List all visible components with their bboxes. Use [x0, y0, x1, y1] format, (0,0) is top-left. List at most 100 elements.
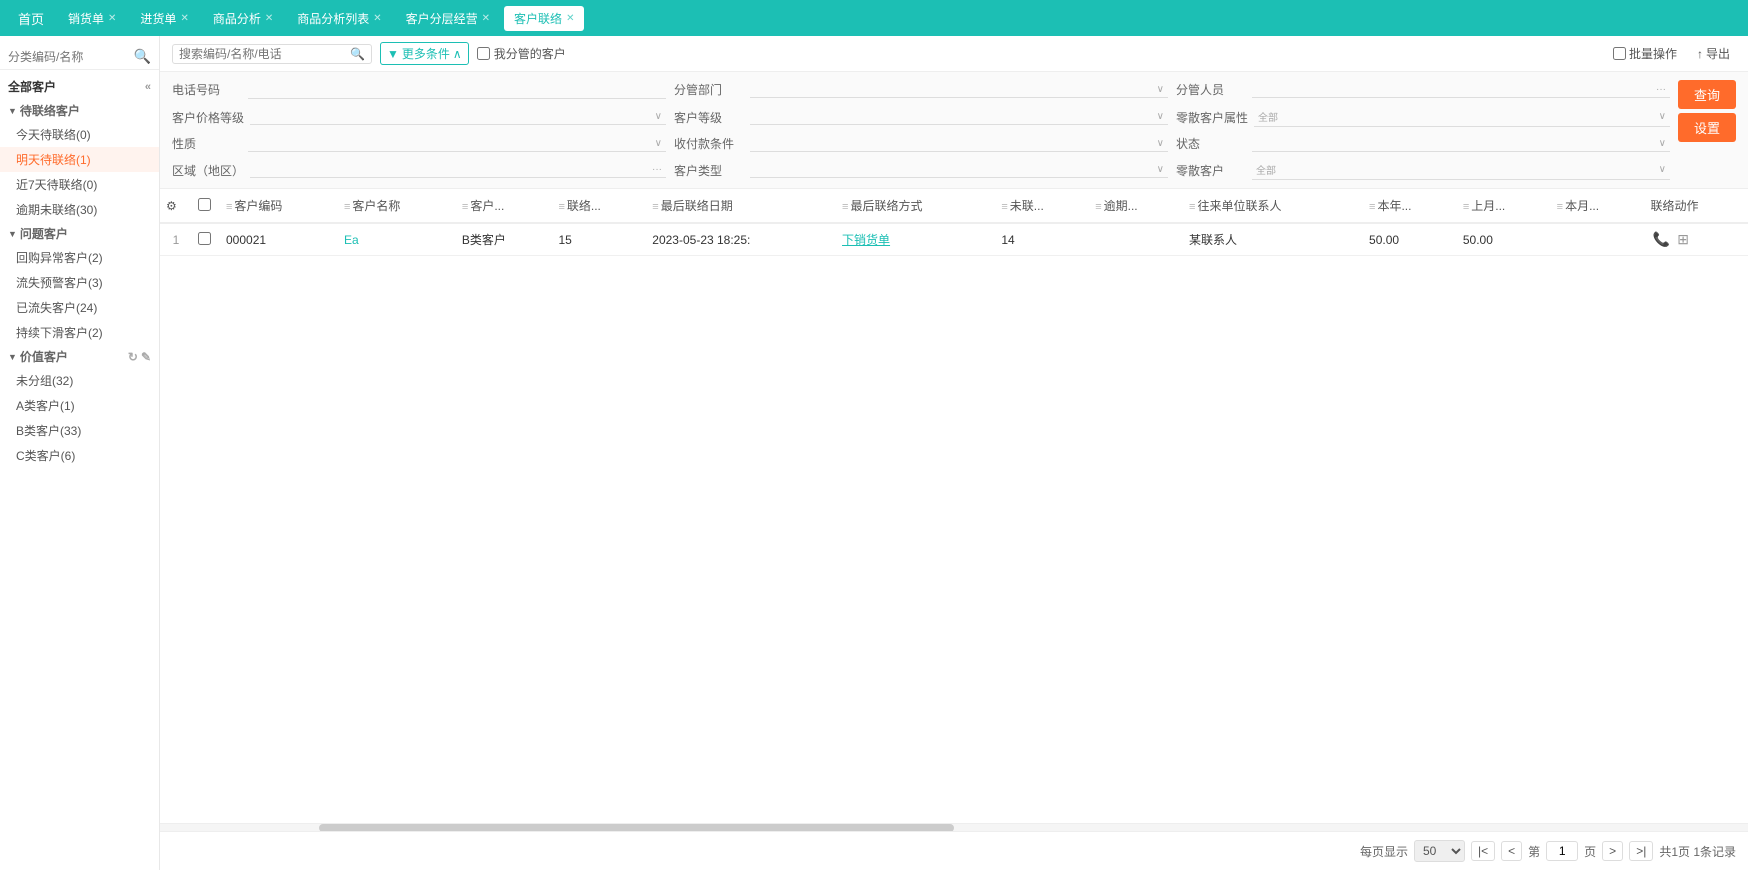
close-customer-tier[interactable]: ✕	[482, 13, 490, 24]
nav-customer-contact[interactable]: 客户联络 ✕	[504, 6, 584, 31]
sidebar-group-problem[interactable]: ▼ 问题客户	[0, 222, 159, 245]
th-code: ≡客户编码	[220, 189, 338, 223]
close-product-analysis-list[interactable]: ✕	[373, 13, 381, 24]
row-not-contacted: 14	[995, 223, 1089, 256]
row-checkbox[interactable]	[192, 223, 220, 256]
filter-retail-attr-label: 零散客户属性	[1176, 109, 1248, 126]
nav-customer-tier[interactable]: 客户分层经营 ✕	[396, 6, 500, 31]
table-header-row: ⚙ ≡客户编码 ≡客户名称 ≡客户... ≡联络... ≡最后联络日期 ≡最后联…	[160, 189, 1748, 223]
value-group-edit-icon[interactable]: ✎	[141, 350, 151, 364]
my-customers-check[interactable]	[477, 47, 490, 60]
th-last-contact-date: ≡最后联络日期	[646, 189, 836, 223]
row-last-contact-way[interactable]: 下销货单	[836, 223, 995, 256]
query-button[interactable]: 查询	[1678, 80, 1736, 109]
sidebar-search-box[interactable]: 🔍	[0, 44, 159, 70]
filter-price-level-select[interactable]: ∨	[250, 109, 666, 125]
phone-action-icon[interactable]: 📞	[1653, 231, 1670, 247]
page-size-select[interactable]: 50 100	[1414, 840, 1465, 862]
page-input[interactable]	[1546, 841, 1578, 861]
horizontal-scrollbar[interactable]	[160, 823, 1748, 831]
th-overdue: ≡逾期...	[1089, 189, 1183, 223]
batch-ops-check[interactable]	[1613, 47, 1626, 60]
sidebar-search-input[interactable]	[8, 50, 134, 64]
settings-icon[interactable]: ⚙	[166, 199, 177, 213]
nav-product-analysis-list[interactable]: 商品分析列表 ✕	[287, 6, 391, 31]
table-row: 1 000021 Ea B类客户 15 2023-05-23 18:25: 下销…	[160, 223, 1748, 256]
sidebar-item-7day-pending[interactable]: 近7天待联络(0)	[0, 172, 159, 197]
main-layout: 🔍 全部客户 « ▼ 待联络客户 今天待联络(0) 明天待联络(1) 近7天待联…	[0, 36, 1748, 870]
first-page-btn[interactable]: |<	[1471, 841, 1495, 861]
search-icon[interactable]: 🔍	[350, 47, 365, 61]
sidebar-item-ungrouped[interactable]: 未分组(32)	[0, 368, 159, 393]
row-last-month: 50.00	[1457, 223, 1551, 256]
filter-region-select[interactable]: ···	[250, 162, 666, 178]
close-purchase-order[interactable]: ✕	[180, 13, 188, 24]
sidebar-all-customers[interactable]: 全部客户 «	[0, 74, 159, 99]
filter-retail-customer-select[interactable]: 全部 ∨	[1252, 160, 1670, 180]
filter-customer-type: 客户类型 ∨	[674, 162, 1168, 179]
filter-dept-label: 分管部门	[674, 81, 744, 98]
filter-region: 区域（地区） ···	[172, 162, 666, 179]
sidebar-group-value[interactable]: ▼ 价值客户 ↻ ✎	[0, 345, 159, 368]
filter-phone: 电话号码	[172, 80, 666, 99]
sidebar-item-class-c[interactable]: C类客户(6)	[0, 443, 159, 468]
prev-page-btn[interactable]: <	[1501, 841, 1522, 861]
filter-row-2: 客户价格等级 ∨ 客户等级 ∨	[172, 107, 1670, 127]
filter-nature-select[interactable]: ∨	[248, 136, 666, 152]
sidebar-item-churn-warning[interactable]: 流失预警客户(3)	[0, 270, 159, 295]
nav-purchase-order[interactable]: 进货单 ✕	[130, 6, 198, 31]
th-last-month: ≡上月...	[1457, 189, 1551, 223]
more-conditions-btn[interactable]: ▼ 更多条件 ∧	[380, 42, 469, 65]
filter-manager: 分管人员 ···	[1176, 81, 1670, 98]
filter-retail-customer: 零散客户 全部 ∨	[1176, 160, 1670, 180]
th-related-contact: ≡往来单位联系人	[1183, 189, 1363, 223]
filter-customer-level-select[interactable]: ∨	[750, 109, 1168, 125]
th-settings[interactable]: ⚙	[160, 189, 192, 223]
set-button[interactable]: 设置	[1678, 113, 1736, 142]
filter-manager-select[interactable]: ···	[1252, 82, 1670, 98]
close-sales-order[interactable]: ✕	[108, 13, 116, 24]
my-customers-checkbox[interactable]: 我分管的客户	[477, 45, 566, 62]
nav-product-analysis[interactable]: 商品分析 ✕	[203, 6, 283, 31]
sidebar-item-class-b[interactable]: B类客户(33)	[0, 418, 159, 443]
last-page-btn[interactable]: >|	[1629, 841, 1653, 861]
sidebar-collapse-icon[interactable]: «	[145, 81, 151, 93]
filter-retail-attr-select[interactable]: 全部 ∨	[1254, 107, 1670, 127]
sidebar-group-pending[interactable]: ▼ 待联络客户	[0, 99, 159, 122]
search-box[interactable]: 🔍	[172, 44, 372, 64]
filter-phone-input[interactable]	[248, 80, 666, 99]
filter-status-select[interactable]: ∨	[1252, 136, 1670, 152]
export-icon: ↑	[1697, 47, 1703, 61]
sidebar-item-today-pending[interactable]: 今天待联络(0)	[0, 122, 159, 147]
th-last-contact-way: ≡最后联络方式	[836, 189, 995, 223]
batch-ops-btn[interactable]: 批量操作	[1607, 43, 1683, 64]
th-checkbox[interactable]	[192, 189, 220, 223]
filter-icon: ▼	[387, 47, 399, 61]
row-last-contact-date: 2023-05-23 18:25:	[646, 223, 836, 256]
sidebar-item-declining[interactable]: 持续下滑客户(2)	[0, 320, 159, 345]
select-all-checkbox[interactable]	[198, 198, 211, 211]
search-input[interactable]	[179, 47, 350, 61]
filter-payment-select[interactable]: ∨	[750, 136, 1168, 152]
sidebar-search-icon[interactable]: 🔍	[134, 48, 151, 65]
sidebar-item-repurchase-abnormal[interactable]: 回购异常客户(2)	[0, 245, 159, 270]
filter-dept-select[interactable]: ∨	[750, 82, 1168, 98]
filter-payment-label: 收付款条件	[674, 135, 744, 152]
row-select-checkbox[interactable]	[198, 232, 211, 245]
close-customer-contact[interactable]: ✕	[566, 13, 574, 24]
nav-home[interactable]: 首页	[8, 5, 54, 32]
filter-customer-type-select[interactable]: ∨	[750, 162, 1168, 178]
export-btn[interactable]: ↑ 导出	[1691, 43, 1736, 64]
close-product-analysis[interactable]: ✕	[265, 13, 273, 24]
filter-retail-attr: 零散客户属性 全部 ∨	[1176, 107, 1670, 127]
sidebar-item-overdue-pending[interactable]: 逾期未联络(30)	[0, 197, 159, 222]
row-name[interactable]: Ea	[338, 223, 456, 256]
total-info: 共1页 1条记录	[1659, 843, 1736, 860]
sidebar-item-class-a[interactable]: A类客户(1)	[0, 393, 159, 418]
value-group-refresh-icon[interactable]: ↻	[128, 350, 138, 364]
nav-sales-order[interactable]: 销货单 ✕	[58, 6, 126, 31]
sidebar-item-churned[interactable]: 已流失客户(24)	[0, 295, 159, 320]
grid-action-icon[interactable]: ⊞	[1677, 231, 1689, 247]
sidebar-item-tomorrow-pending[interactable]: 明天待联络(1)	[0, 147, 159, 172]
next-page-btn[interactable]: >	[1602, 841, 1623, 861]
